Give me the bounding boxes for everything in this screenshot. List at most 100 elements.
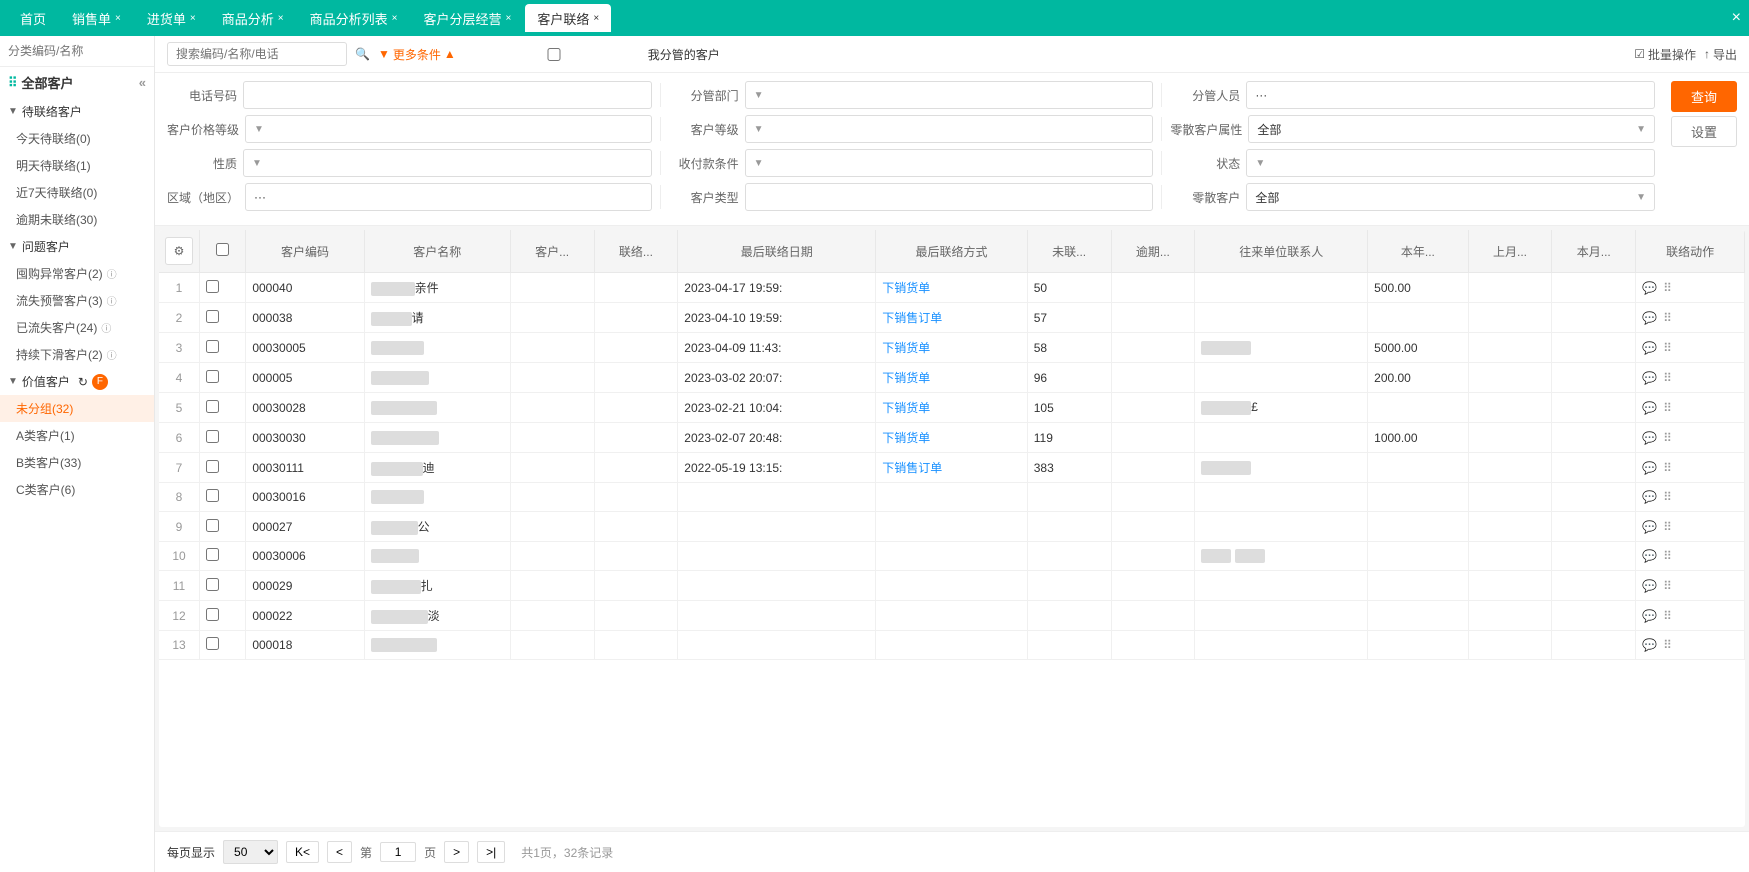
row-checkbox-cell[interactable] [200, 631, 246, 660]
nav-tab-customer-segment[interactable]: 客户分层经营 × [411, 4, 523, 32]
message-icon[interactable]: 💬 [1642, 281, 1657, 295]
row-checkbox-cell[interactable] [200, 303, 246, 333]
contact-method-link[interactable]: 下销货单 [882, 401, 930, 415]
search-btn[interactable]: 🔍 [355, 47, 370, 61]
sidebar-category-problem[interactable]: ▼ 问题客户 [0, 233, 154, 260]
row-checkbox[interactable] [206, 578, 219, 591]
refresh-icon[interactable]: ↻ [78, 375, 88, 389]
grid-icon[interactable]: ⠿ [1663, 520, 1672, 534]
filter-level-input[interactable]: ▼ [745, 115, 1154, 143]
message-icon[interactable]: 💬 [1642, 609, 1657, 623]
row-checkbox[interactable] [206, 340, 219, 353]
sidebar-item-churn-warning[interactable]: 流失预警客户(3) ⓘ [0, 287, 154, 314]
close-icon[interactable]: × [115, 13, 121, 24]
row-checkbox[interactable] [206, 548, 219, 561]
contact-method-link[interactable]: 下销售订单 [882, 311, 942, 325]
more-conditions-btn[interactable]: ▼ 更多条件 ▲ [378, 46, 456, 63]
row-checkbox[interactable] [206, 637, 219, 650]
query-button[interactable]: 查询 [1671, 81, 1737, 112]
row-checkbox[interactable] [206, 310, 219, 323]
row-checkbox-cell[interactable] [200, 453, 246, 483]
close-icon[interactable]: × [392, 13, 398, 24]
row-checkbox-cell[interactable] [200, 333, 246, 363]
sidebar-item-abnormal[interactable]: 囤购异常客户(2) ⓘ [0, 260, 154, 287]
grid-icon[interactable]: ⠿ [1663, 281, 1672, 295]
row-checkbox-cell[interactable] [200, 273, 246, 303]
search-input[interactable] [167, 42, 347, 66]
grid-icon[interactable]: ⠿ [1663, 549, 1672, 563]
sidebar-item-overdue[interactable]: 逾期未联络(30) [0, 206, 154, 233]
row-checkbox[interactable] [206, 608, 219, 621]
filter-dept-input[interactable]: ▼ [745, 81, 1154, 109]
close-icon[interactable]: × [505, 13, 511, 24]
grid-icon[interactable]: ⠿ [1663, 311, 1672, 325]
contact-method-link[interactable]: 下销货单 [882, 431, 930, 445]
sidebar-item-tomorrow[interactable]: 明天待联络(1) [0, 152, 154, 179]
prev-page-btn[interactable]: < [327, 841, 352, 863]
checkbox-col-header[interactable] [200, 230, 246, 273]
message-icon[interactable]: 💬 [1642, 371, 1657, 385]
filter-status-input[interactable]: ▼ [1246, 149, 1655, 177]
row-checkbox-cell[interactable] [200, 483, 246, 512]
sidebar-all-customers[interactable]: ⠿ 全部客户 « [0, 67, 154, 98]
nav-tab-sales[interactable]: 销售单 × [60, 4, 133, 32]
filter-area-input[interactable]: ··· [245, 183, 652, 211]
contact-method-link[interactable]: 下销货单 [882, 281, 930, 295]
batch-ops-btn[interactable]: ☑ 批量操作 [1634, 46, 1696, 63]
sidebar-category-pending[interactable]: ▼ 待联络客户 [0, 98, 154, 125]
message-icon[interactable]: 💬 [1642, 341, 1657, 355]
nav-tab-analysis[interactable]: 商品分析 × [210, 4, 296, 32]
close-icon[interactable]: × [278, 13, 284, 24]
row-checkbox[interactable] [206, 280, 219, 293]
row-checkbox[interactable] [206, 370, 219, 383]
sidebar-category-value[interactable]: ▼ 价值客户 ↻ F [0, 368, 154, 395]
grid-icon[interactable]: ⠿ [1663, 638, 1672, 652]
sidebar-item-churned[interactable]: 已流失客户(24) ⓘ [0, 314, 154, 341]
filter-price-input[interactable]: ▼ [245, 115, 652, 143]
message-icon[interactable]: 💬 [1642, 579, 1657, 593]
row-checkbox[interactable] [206, 400, 219, 413]
row-checkbox-cell[interactable] [200, 393, 246, 423]
sidebar-item-class-c[interactable]: C类客户(6) [0, 476, 154, 503]
grid-icon[interactable]: ⠿ [1663, 490, 1672, 504]
message-icon[interactable]: 💬 [1642, 490, 1657, 504]
sidebar-item-class-b[interactable]: B类客户(33) [0, 449, 154, 476]
message-icon[interactable]: 💬 [1642, 461, 1657, 475]
nav-tab-analysis-list[interactable]: 商品分析列表 × [298, 4, 410, 32]
row-checkbox[interactable] [206, 519, 219, 532]
row-checkbox[interactable] [206, 430, 219, 443]
filter-retail-attr-input[interactable]: 全部 ▼ [1248, 115, 1655, 143]
export-btn[interactable]: ↑ 导出 [1704, 46, 1737, 63]
my-customers-checkbox-label[interactable]: 我分管的客户 [464, 46, 720, 63]
contact-method-link[interactable]: 下销货单 [882, 341, 930, 355]
row-checkbox-cell[interactable] [200, 601, 246, 631]
filter-nature-input[interactable]: ▼ [243, 149, 652, 177]
contact-method-link[interactable]: 下销售订单 [882, 461, 942, 475]
filter-customer-type-input[interactable] [745, 183, 1154, 211]
select-all-checkbox[interactable] [216, 243, 229, 256]
my-customers-checkbox[interactable] [464, 48, 644, 61]
message-icon[interactable]: 💬 [1642, 311, 1657, 325]
grid-icon[interactable]: ⠿ [1663, 579, 1672, 593]
message-icon[interactable]: 💬 [1642, 401, 1657, 415]
filter-phone-input[interactable] [243, 81, 652, 109]
row-checkbox-cell[interactable] [200, 512, 246, 542]
reset-button[interactable]: 设置 [1671, 116, 1737, 147]
nav-home[interactable]: 首页 [8, 9, 58, 28]
sidebar-item-today[interactable]: 今天待联络(0) [0, 125, 154, 152]
next-page-btn[interactable]: > [444, 841, 469, 863]
grid-icon[interactable]: ⠿ [1663, 431, 1672, 445]
filter-manager-input[interactable]: ··· [1246, 81, 1655, 109]
message-icon[interactable]: 💬 [1642, 638, 1657, 652]
message-icon[interactable]: 💬 [1642, 520, 1657, 534]
row-checkbox[interactable] [206, 460, 219, 473]
grid-icon[interactable]: ⠿ [1663, 401, 1672, 415]
contact-method-link[interactable]: 下销货单 [882, 371, 930, 385]
grid-icon[interactable]: ⠿ [1663, 461, 1672, 475]
nav-tab-customer-contact[interactable]: 客户联络 × [525, 4, 611, 32]
sidebar-item-declining[interactable]: 持续下滑客户(2) ⓘ [0, 341, 154, 368]
row-checkbox-cell[interactable] [200, 423, 246, 453]
nav-tab-purchase[interactable]: 进货单 × [135, 4, 208, 32]
window-close-icon[interactable]: × [1732, 9, 1741, 27]
page-size-select[interactable]: 50 100 [223, 840, 278, 864]
